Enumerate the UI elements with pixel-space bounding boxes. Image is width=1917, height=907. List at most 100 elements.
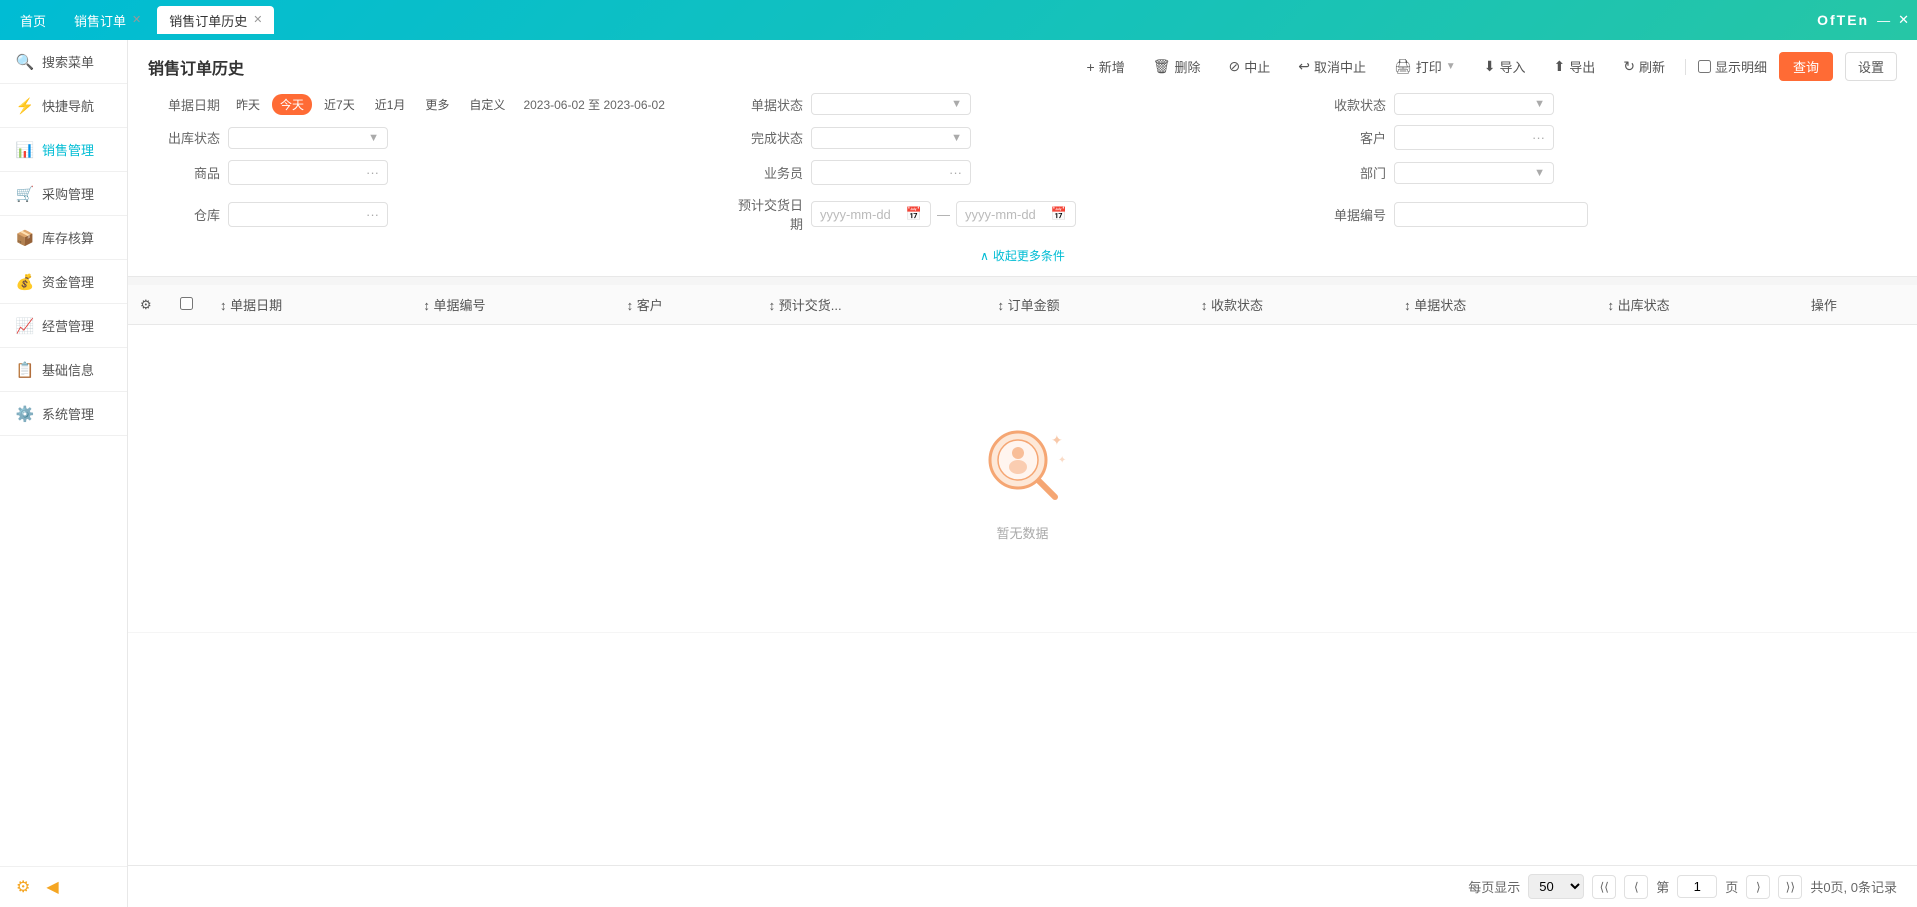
prev-page-btn[interactable]: ⟨ [1624, 875, 1648, 899]
th-order-amount[interactable]: ↕ 订单金额 [986, 285, 1189, 325]
complete-status-control[interactable]: ▼ [811, 127, 1314, 149]
date-shortcut-custom[interactable]: 自定义 [461, 94, 513, 115]
table-settings-icon[interactable]: ⚙ [140, 297, 152, 312]
customer-field[interactable]: ··· [1394, 125, 1554, 150]
bill-no-input[interactable] [1394, 202, 1588, 227]
cancel-stop-button[interactable]: ↩ 取消中止 [1290, 53, 1374, 80]
tab-sales-order[interactable]: 销售订单 ✕ [62, 6, 153, 34]
bill-status-control[interactable]: ▼ [811, 93, 1314, 115]
warehouse-field[interactable]: ··· [228, 202, 388, 227]
tab-sales-order-label: 销售订单 [74, 11, 126, 30]
current-page-input[interactable] [1677, 875, 1717, 898]
date-from-placeholder: yyyy-mm-dd [820, 207, 891, 222]
date-shortcut-more[interactable]: 更多 [417, 94, 457, 115]
collapse-icon: ∧ [980, 249, 989, 263]
calendar-to-icon[interactable]: 📅 [1051, 206, 1067, 222]
sidebar-item-quick-nav[interactable]: ⚡ 快捷导航 [0, 84, 127, 128]
date-shortcut-last1month[interactable]: 近1月 [367, 94, 414, 115]
toolbar-divider [1685, 59, 1686, 75]
select-all-checkbox[interactable] [180, 297, 193, 310]
date-from-input[interactable]: yyyy-mm-dd 📅 [811, 201, 931, 227]
goods-field[interactable]: ··· [228, 160, 388, 185]
page-title-row: 销售订单历史 + 新增 🗑 删除 ⊘ 中止 ↩ [148, 52, 1897, 81]
out-status-select[interactable]: ▼ [228, 127, 388, 149]
th-bill-no[interactable]: ↕ 单据编号 [411, 285, 614, 325]
stop-button[interactable]: ⊘ 中止 [1221, 53, 1279, 80]
delete-button[interactable]: 🗑 删除 [1145, 53, 1209, 80]
display-details-checkbox[interactable] [1698, 60, 1711, 73]
window-close[interactable]: ✕ [1898, 12, 1909, 28]
goods-control[interactable]: ··· [228, 160, 731, 185]
date-filter-control: 昨天 今天 近7天 近1月 更多 自定义 2023-06-02 至 2023-0… [228, 94, 731, 115]
stop-label: 中止 [1244, 57, 1270, 76]
department-control[interactable]: ▼ [1394, 162, 1897, 184]
bill-status-select[interactable]: ▼ [811, 93, 971, 115]
tab-home[interactable]: 首页 [8, 6, 58, 34]
calendar-from-icon[interactable]: 📅 [906, 206, 922, 222]
first-page-icon2: ⟨ [1604, 880, 1609, 894]
last-page-btn[interactable]: ⟩ ⟩ [1778, 875, 1802, 899]
th-bill-date[interactable]: ↕ 单据日期 [208, 285, 411, 325]
out-status-control[interactable]: ▼ [228, 127, 731, 149]
th-bill-status[interactable]: ↕ 单据状态 [1392, 285, 1595, 325]
display-details-check[interactable]: 显示明细 [1698, 57, 1767, 76]
sidebar-item-inventory-check[interactable]: 📦 库存核算 [0, 216, 127, 260]
tab-sales-order-history-close[interactable]: ✕ [253, 15, 262, 26]
settings-button[interactable]: 设置 [1845, 52, 1897, 81]
customer-control[interactable]: ··· [1394, 125, 1897, 150]
goods-label: 商品 [148, 163, 228, 182]
complete-status-select[interactable]: ▼ [811, 127, 971, 149]
svg-text:✦: ✦ [1051, 432, 1063, 448]
print-button[interactable]: 🖨 打印 ▼ [1386, 53, 1464, 80]
th-expected-delivery-label: ↕ 预计交货... [769, 298, 842, 313]
payment-status-select[interactable]: ▼ [1394, 93, 1554, 115]
department-select[interactable]: ▼ [1394, 162, 1554, 184]
sidebar-collapse-icon[interactable]: ◀ [46, 877, 58, 897]
sidebar-item-business-mgmt[interactable]: 📈 经营管理 [0, 304, 127, 348]
system-mgmt-icon: ⚙️ [16, 405, 34, 423]
date-shortcut-today[interactable]: 今天 [272, 94, 312, 115]
tab-sales-order-history[interactable]: 销售订单历史 ✕ [157, 6, 274, 34]
th-customer[interactable]: ↕ 客户 [615, 285, 757, 325]
business-mgmt-icon: 📈 [16, 317, 34, 335]
collapse-btn[interactable]: ∧ 收起更多条件 [980, 247, 1065, 264]
next-page-btn[interactable]: ⟩ [1746, 875, 1770, 899]
basic-info-icon: 📋 [16, 361, 34, 379]
sidebar-item-fund-mgmt[interactable]: 💰 资金管理 [0, 260, 127, 304]
import-button[interactable]: ⬇ 导入 [1476, 53, 1534, 80]
refresh-button[interactable]: ↻ 刷新 [1615, 53, 1673, 80]
export-button[interactable]: ⬆ 导出 [1545, 53, 1603, 80]
th-expected-delivery[interactable]: ↕ 预计交货... [757, 285, 986, 325]
th-payment-status[interactable]: ↕ 收款状态 [1189, 285, 1392, 325]
tab-sales-order-close[interactable]: ✕ [132, 15, 141, 26]
sidebar-item-system-mgmt[interactable]: ⚙️ 系统管理 [0, 392, 127, 436]
bill-no-control[interactable] [1394, 202, 1897, 227]
settings-label: 设置 [1858, 57, 1884, 76]
page-label: 页 [1725, 877, 1738, 896]
first-page-btn[interactable]: ⟨ ⟨ [1592, 875, 1616, 899]
sidebar-item-search-menu[interactable]: 🔍 搜索菜单 [0, 40, 127, 84]
warehouse-control[interactable]: ··· [228, 202, 731, 227]
th-operation-label: 操作 [1811, 298, 1837, 313]
salesperson-field[interactable]: ··· [811, 160, 971, 185]
date-to-input[interactable]: yyyy-mm-dd 📅 [956, 201, 1076, 227]
sidebar-settings-icon[interactable]: ⚙ [16, 877, 30, 897]
date-shortcut-last7[interactable]: 近7天 [316, 94, 363, 115]
payment-status-control[interactable]: ▼ [1394, 93, 1897, 115]
total-info: 共0页, 0条记录 [1810, 877, 1897, 896]
sidebar-item-basic-info[interactable]: 📋 基础信息 [0, 348, 127, 392]
new-button[interactable]: + 新增 [1079, 53, 1133, 80]
th-operation: 操作 [1799, 285, 1917, 325]
salesperson-control[interactable]: ··· [811, 160, 1314, 185]
sidebar-item-sales-mgmt[interactable]: 📊 销售管理 [0, 128, 127, 172]
query-button[interactable]: 查询 [1779, 52, 1833, 81]
th-settings[interactable]: ⚙ [128, 285, 168, 325]
table-body: ✦ ✦ 暂无数据 [128, 325, 1917, 633]
filter-row-2: 出库状态 ▼ 完成状态 ▼ 客户 [148, 125, 1897, 150]
window-minimize[interactable]: — [1877, 13, 1890, 28]
page-size-select[interactable]: 50 20 100 [1528, 874, 1584, 899]
date-shortcut-yesterday[interactable]: 昨天 [228, 94, 268, 115]
th-checkbox[interactable] [168, 285, 208, 325]
sidebar-item-purchase-mgmt[interactable]: 🛒 采购管理 [0, 172, 127, 216]
th-out-status[interactable]: ↕ 出库状态 [1596, 285, 1799, 325]
